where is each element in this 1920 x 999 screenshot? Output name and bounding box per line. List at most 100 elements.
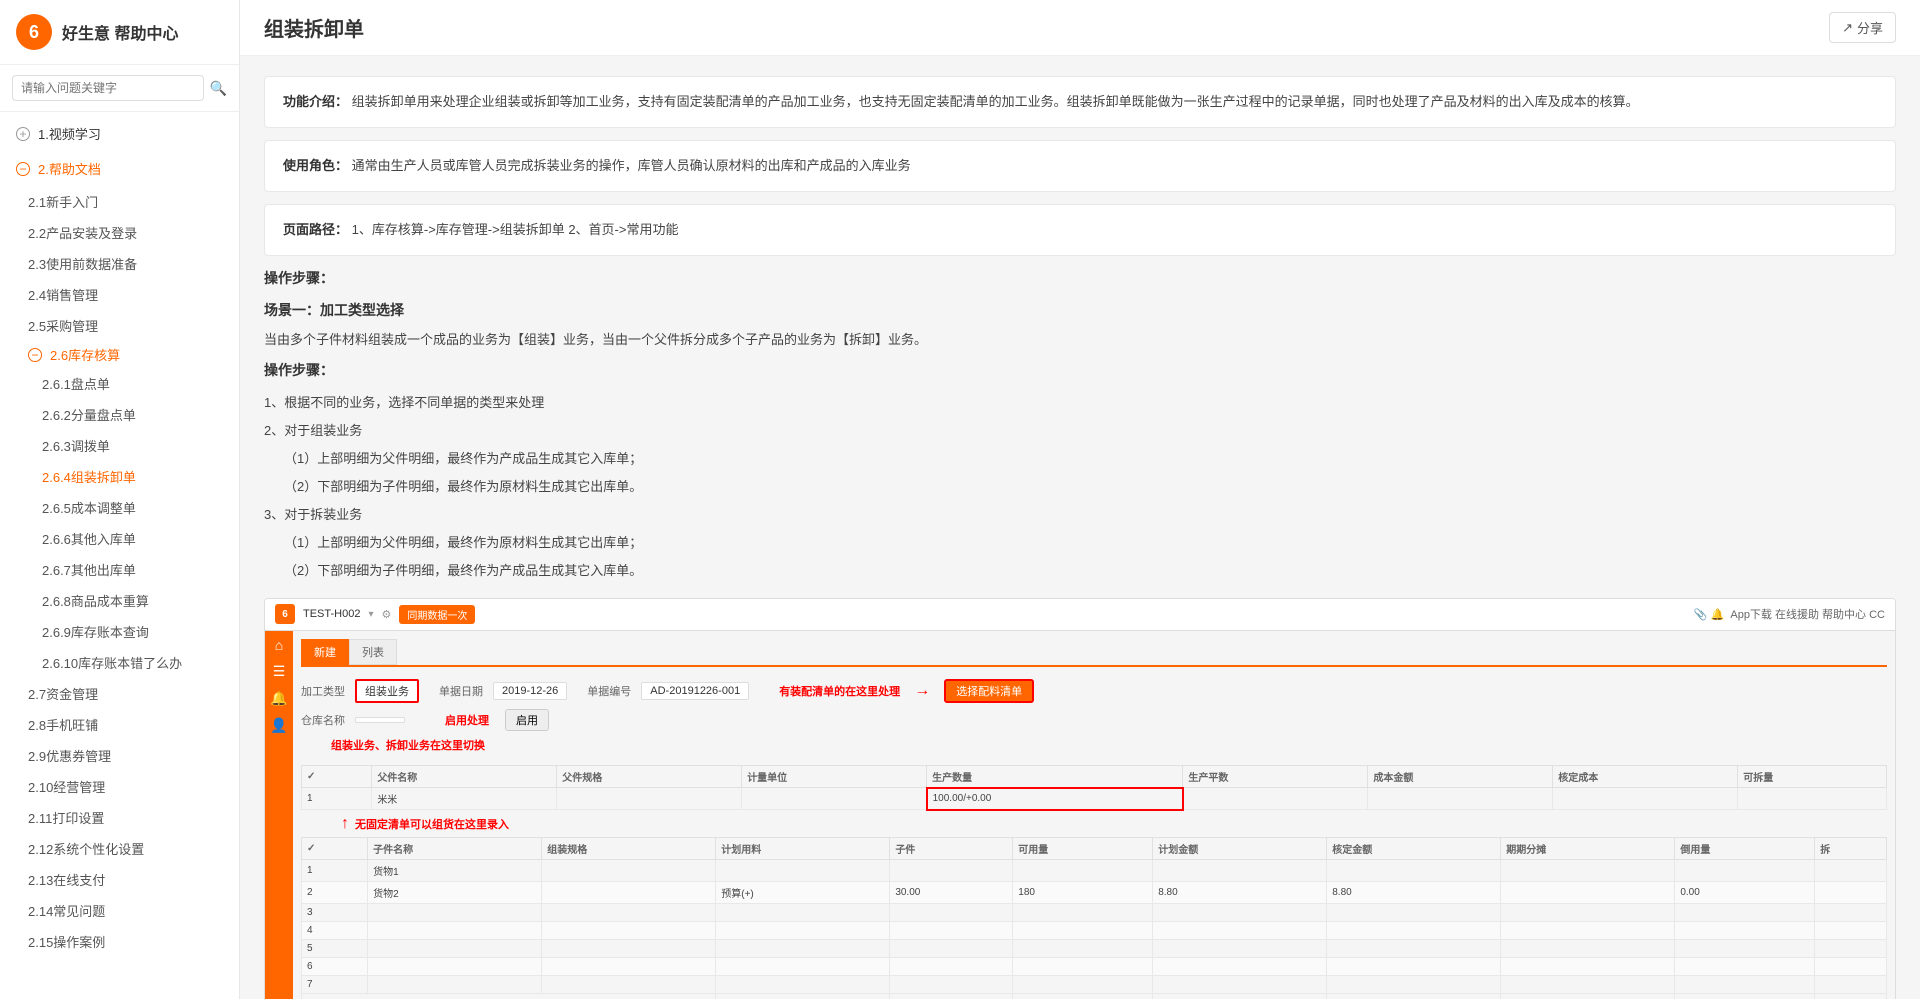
page-title: 组装拆卸单 — [264, 13, 364, 42]
sidebar-item-faq[interactable]: 2.14常见问题 — [28, 895, 239, 926]
role-label: 使用角色： — [283, 158, 348, 173]
child-row-5: 5 — [302, 939, 1887, 957]
cell-unit — [742, 788, 927, 810]
sidebar-item-video[interactable]: + 1.视频学习 — [0, 116, 239, 151]
sidebar-item-stock3[interactable]: 2.6.3调拨单 — [42, 430, 239, 461]
annotation-text-3: 启用处理 — [445, 712, 489, 728]
sidebar-item-new[interactable]: 2.1新手入门 — [28, 186, 239, 217]
sidebar-item-pay[interactable]: 2.13在线支付 — [28, 864, 239, 895]
sidebar-item-stock9[interactable]: 2.6.9库存账本查询 — [42, 616, 239, 647]
parent-table-row: 1 米米 100.00/+0.00 — [302, 788, 1887, 810]
date-label: 单据日期 — [439, 683, 483, 699]
form-section: 加工类型 组装业务 单据日期 2019-12-26 单据编号 AD-201912… — [301, 673, 1887, 765]
topbar-dropdown-icon: ▾ — [368, 609, 373, 620]
path-block: 页面路径： 1、库存核算->库存管理->组装拆卸单 2、首页->常用功能 — [264, 204, 1896, 256]
sidebar-item-docs[interactable]: − 2.帮助文档 — [0, 151, 239, 186]
step2-2: （2）下部明细为子件明细，最终作为原材料生成其它出库单。 — [284, 474, 1896, 500]
bom-select-btn[interactable]: 选择配料清单 — [944, 679, 1034, 703]
search-input[interactable] — [12, 75, 204, 101]
annotation-text-4: 无固定清单可以组货在这里录入 — [355, 816, 509, 832]
sidebar-item-stock10[interactable]: 2.6.10库存账本错了么办 — [42, 647, 239, 678]
sidebar-item-mobile[interactable]: 2.8手机旺铺 — [28, 709, 239, 740]
sub-col-plan: 计划用料 — [716, 837, 890, 859]
tab-new[interactable]: 新建 — [301, 639, 349, 665]
main-content: 组装拆卸单 ↗ 分享 功能介绍： 组装拆卸单用来处理企业组装或拆卸等加工业务，支… — [240, 0, 1920, 999]
cell-std-cost — [1553, 788, 1738, 810]
search-button[interactable]: 🔍 — [210, 80, 227, 97]
type-label: 加工类型 — [301, 683, 345, 699]
role-block: 使用角色： 通常由生产人员或库管人员完成拆装业务的操作，库管人员确认原材料的出库… — [264, 140, 1896, 192]
topbar-setting-icon: ⚙ — [382, 608, 392, 621]
step2: 2、对于组装业务 — [264, 418, 1896, 444]
step2-1: （1）上部明细为父件明细，最终作为产成品生成其它入库单； — [284, 446, 1896, 472]
steps-list: 1、根据不同的业务，选择不同单据的类型来处理 2、对于组装业务 （1）上部明细为… — [264, 390, 1896, 584]
child-row-6: 6 — [302, 957, 1887, 975]
share-button[interactable]: ↗ 分享 — [1829, 12, 1896, 43]
step1: 1、根据不同的业务，选择不同单据的类型来处理 — [264, 390, 1896, 416]
sidebar-item-install[interactable]: 2.2产品安装及登录 — [28, 217, 239, 248]
sidebar-item-coupon[interactable]: 2.9优惠券管理 — [28, 740, 239, 771]
date-value: 2019-12-26 — [493, 682, 567, 700]
stock-minus-icon: − — [28, 348, 42, 362]
sub-col-avail: 可用量 — [1013, 837, 1153, 859]
sidebar-item-stock8[interactable]: 2.6.8商品成本重算 — [42, 585, 239, 616]
child-row-4: 4 — [302, 921, 1887, 939]
scene1-desc: 当由多个子件材料组装成一个成品的业务为【组装】业务，当由一个父件拆分成多个子产品… — [264, 328, 1896, 351]
sidebar-item-stock4[interactable]: 2.6.4组装拆卸单 — [42, 461, 239, 492]
ops-title: 操作步骤： — [264, 268, 1896, 288]
sub-col-action: 拆 — [1815, 837, 1887, 859]
sidebar-item-stock1[interactable]: 2.6.1盘点单 — [42, 368, 239, 399]
func-intro-block: 功能介绍： 组装拆卸单用来处理企业组装或拆卸等加工业务，支持有固定装配清单的产品… — [264, 76, 1896, 128]
sidebar-item-stock2[interactable]: 2.6.2分量盘点单 — [42, 399, 239, 430]
path-label: 页面路径： — [283, 222, 348, 237]
col-prod-area: 生产平数 — [1183, 765, 1368, 788]
share-icon: ↗ — [1842, 20, 1853, 36]
sidebar-item-stock[interactable]: − 2.6库存核算 — [28, 341, 239, 368]
topbar-sync-btn[interactable]: 同期数据一次 — [399, 605, 475, 624]
sidebar-item-stock6[interactable]: 2.6.6其他入库单 — [42, 523, 239, 554]
cell-cost-amt — [1368, 788, 1553, 810]
col-disassemble: 可拆量 — [1738, 765, 1887, 788]
sub-col-check: ✓ — [302, 837, 368, 859]
col-cost-amt: 成本金额 — [1368, 765, 1553, 788]
sidebar-item-sales[interactable]: 2.4销售管理 — [28, 279, 239, 310]
sidebar-item-purchase[interactable]: 2.5采购管理 — [28, 310, 239, 341]
annotation-arrow-4: ↑ — [341, 815, 349, 833]
scene1-title: 场景一：加工类型选择 — [264, 300, 1896, 320]
step3-2: （2）下部明细为子件明细，最终作为产成品生成其它入库单。 — [284, 558, 1896, 584]
main-header: 组装拆卸单 ↗ 分享 — [240, 0, 1920, 56]
topbar-right-text: App下载 在线援助 帮助中心 CC — [1730, 606, 1885, 622]
tab-list[interactable]: 列表 — [349, 639, 397, 665]
search-box: 🔍 — [0, 65, 239, 112]
sub-col-split: 期期分摊 — [1501, 837, 1675, 859]
sidebar-item-data[interactable]: 2.3使用前数据准备 — [28, 248, 239, 279]
stock-submenu: 2.6.1盘点单 2.6.2分量盘点单 2.6.3调拨单 2.6.4组装拆卸单 … — [28, 368, 239, 678]
col-parent-spec: 父件规格 — [557, 765, 742, 788]
col-check: ✓ — [302, 765, 372, 788]
app-main-content: 新建 列表 加工类型 组装业务 单据日期 2019-12- — [293, 631, 1895, 999]
child-table: ✓ 子件名称 组装规格 计划用料 子件 可用量 计划金额 核定金额 期期分摊 — [301, 837, 1887, 999]
sub-col-child: 子件 — [890, 837, 1013, 859]
sidebar-item-ops[interactable]: 2.10经营管理 — [28, 771, 239, 802]
sub-col-spec: 组装规格 — [542, 837, 716, 859]
enable-btn[interactable]: 启用 — [505, 709, 549, 731]
screenshot-wrapper: 6 TEST-H002 ▾ ⚙ 同期数据一次 📎 🔔 App下载 在线援助 帮助… — [264, 598, 1896, 999]
col-prod-qty: 生产数量 — [927, 765, 1183, 788]
app-tabs: 新建 列表 — [301, 639, 1887, 667]
app-topbar: 6 TEST-H002 ▾ ⚙ 同期数据一次 📎 🔔 App下载 在线援助 帮助… — [265, 599, 1895, 631]
step3-1: （1）上部明细为父件明细，最终作为原材料生成其它出库单； — [284, 530, 1896, 556]
sidebar-item-stock7[interactable]: 2.6.7其他出库单 — [42, 554, 239, 585]
bell-icon: 🔔 — [270, 690, 287, 707]
sidebar-item-video-label: 1.视频学习 — [38, 124, 101, 143]
cell-num: 1 — [302, 788, 372, 810]
sub-col-actual: 倒用量 — [1675, 837, 1815, 859]
path-text: 1、库存核算->库存管理->组装拆卸单 2、首页->常用功能 — [352, 222, 679, 237]
sidebar-item-stock5[interactable]: 2.6.5成本调整单 — [42, 492, 239, 523]
sidebar-item-custom[interactable]: 2.12系统个性化设置 — [28, 833, 239, 864]
topbar-right: 📎 🔔 App下载 在线援助 帮助中心 CC — [1694, 606, 1885, 622]
sidebar-item-case[interactable]: 2.15操作案例 — [28, 926, 239, 957]
sidebar-item-fund[interactable]: 2.7资金管理 — [28, 678, 239, 709]
type-value[interactable]: 组装业务 — [355, 679, 419, 703]
sidebar-item-print[interactable]: 2.11打印设置 — [28, 802, 239, 833]
form-row-1: 加工类型 组装业务 单据日期 2019-12-26 单据编号 AD-201912… — [301, 679, 1887, 703]
